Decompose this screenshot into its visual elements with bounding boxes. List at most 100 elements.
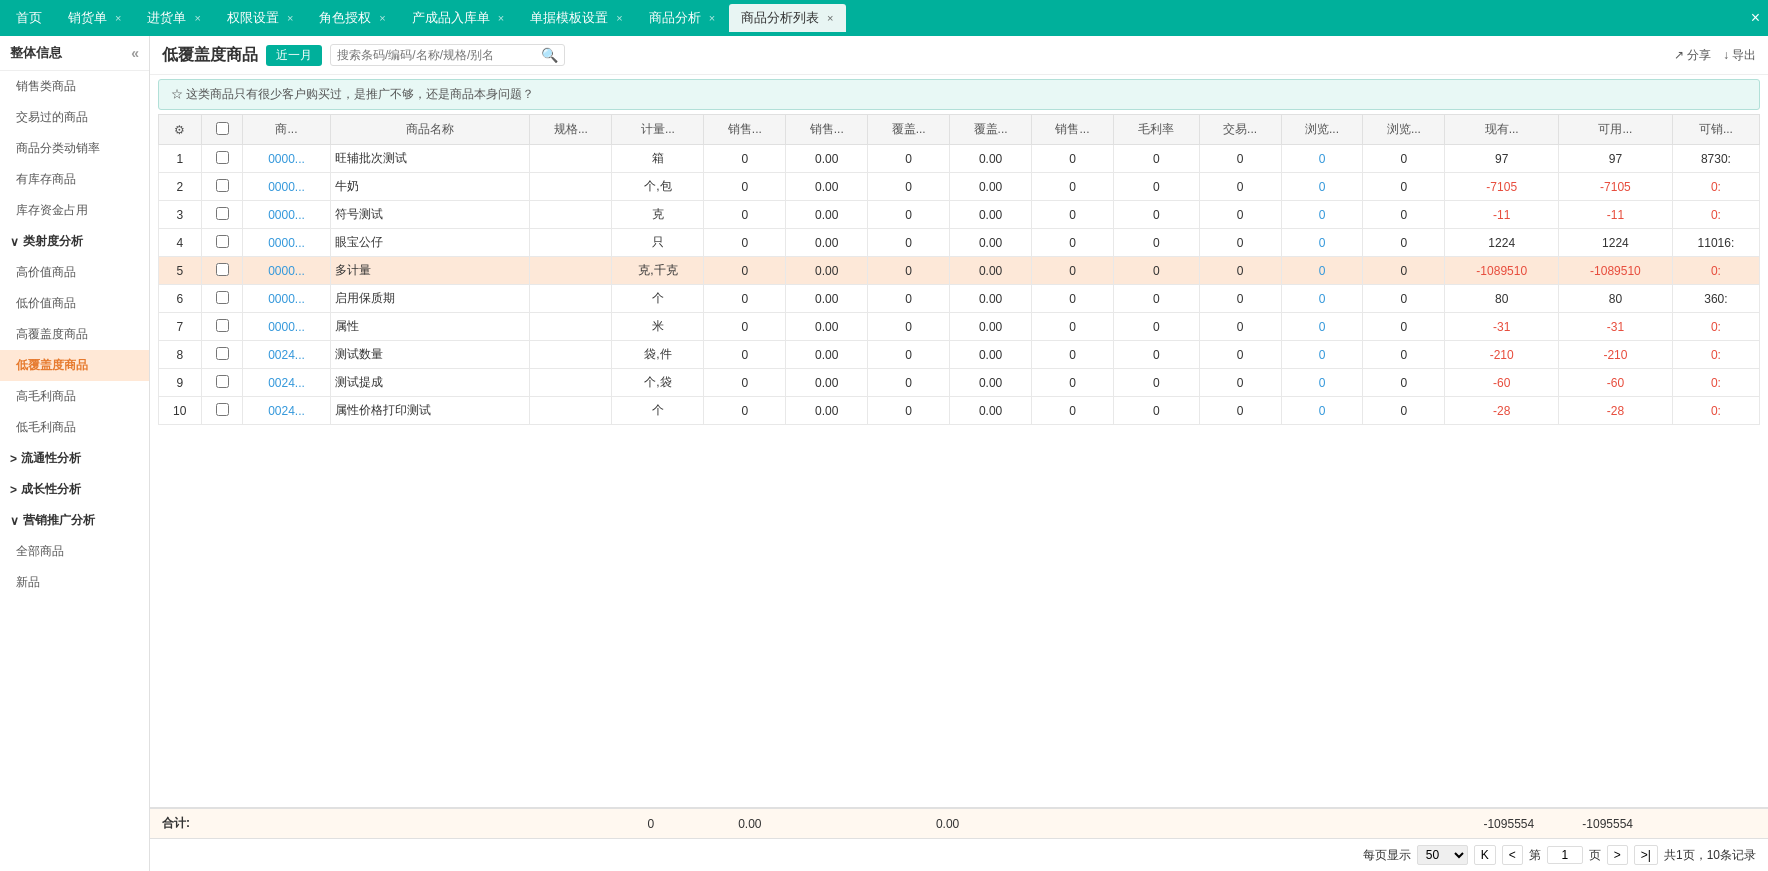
select-all-checkbox[interactable] [216,122,229,135]
row-checkbox[interactable] [201,341,243,369]
sidebar-group-营销推广分析[interactable]: ∨营销推广分析 [0,505,149,536]
first-page-button[interactable]: K [1474,845,1496,865]
search-icon[interactable]: 🔍 [541,47,558,63]
sidebar-item-低价值商品[interactable]: 低价值商品 [0,288,149,319]
row-select-checkbox[interactable] [216,291,229,304]
row-browse1[interactable]: 0 [1281,173,1363,201]
settings-col-header[interactable]: ⚙ [159,115,202,145]
row-browse1[interactable]: 0 [1281,145,1363,173]
tab-close-icon[interactable]: × [827,12,833,24]
col-gross-margin: 毛利率 [1113,115,1199,145]
row-checkbox[interactable] [201,285,243,313]
row-select-checkbox[interactable] [216,403,229,416]
table-container[interactable]: ⚙ 商... 商品名称 规格... 计量... 销售... 销售... 覆盖..… [150,114,1768,807]
row-browse2: 0 [1363,369,1445,397]
close-all-button[interactable]: × [1751,9,1760,27]
row-select-checkbox[interactable] [216,319,229,332]
row-select-checkbox[interactable] [216,347,229,360]
prev-page-button[interactable]: < [1502,845,1523,865]
nav-tab-进货单[interactable]: 进货单× [135,4,212,32]
sidebar-item-交易过的商品[interactable]: 交易过的商品 [0,102,149,133]
row-select-checkbox[interactable] [216,375,229,388]
search-input[interactable] [337,48,537,62]
sidebar-collapse-button[interactable]: « [131,45,139,61]
nav-tab-商品分析列表[interactable]: 商品分析列表× [729,4,845,32]
row-select-checkbox[interactable] [216,263,229,276]
tab-close-icon[interactable]: × [616,12,622,24]
sidebar-group-类射度分析[interactable]: ∨类射度分析 [0,226,149,257]
row-sales-amt: 0.00 [786,145,868,173]
page-number-input[interactable] [1547,846,1583,864]
sidebar-item-商品分类动销率[interactable]: 商品分类动销率 [0,133,149,164]
tab-close-icon[interactable]: × [287,12,293,24]
row-cov1: 0 [868,173,950,201]
row-checkbox[interactable] [201,397,243,425]
row-browse1[interactable]: 0 [1281,257,1363,285]
row-browse1[interactable]: 0 [1281,229,1363,257]
sidebar-item-低毛利商品[interactable]: 低毛利商品 [0,412,149,443]
row-browse1[interactable]: 0 [1281,313,1363,341]
nav-tab-销货单[interactable]: 销货单× [56,4,133,32]
nav-tab-商品分析[interactable]: 商品分析× [637,4,727,32]
row-available: -31 [1559,313,1673,341]
sidebar-item-全部商品[interactable]: 全部商品 [0,536,149,567]
sidebar-item-高价值商品[interactable]: 高价值商品 [0,257,149,288]
row-checkbox[interactable] [201,257,243,285]
last-page-button[interactable]: >| [1634,845,1658,865]
tab-close-icon[interactable]: × [115,12,121,24]
row-select-checkbox[interactable] [216,235,229,248]
tab-close-icon[interactable]: × [709,12,715,24]
table-row: 3 0000... 符号测试 克 0 0.00 0 0.00 0 0 0 0 0… [159,201,1760,229]
nav-tab-角色授权[interactable]: 角色授权× [307,4,397,32]
row-browse1[interactable]: 0 [1281,369,1363,397]
sidebar-item-高覆盖度商品[interactable]: 高覆盖度商品 [0,319,149,350]
row-sales3: 0 [1032,145,1114,173]
tab-close-icon[interactable]: × [379,12,385,24]
tab-close-icon[interactable]: × [194,12,200,24]
page-title: 低覆盖度商品 [162,45,258,66]
sidebar-item-销售类商品[interactable]: 销售类商品 [0,71,149,102]
row-select-checkbox[interactable] [216,207,229,220]
row-sellable: 11016: [1672,229,1759,257]
row-code: 0000... [243,173,330,201]
period-button[interactable]: 近一月 [266,45,322,66]
row-checkbox[interactable] [201,145,243,173]
row-cov2: 0.00 [950,397,1032,425]
col-spec: 规格... [530,115,612,145]
sidebar-item-库存资金占用[interactable]: 库存资金占用 [0,195,149,226]
col-sellable: 可销... [1672,115,1759,145]
sidebar-group-流通性分析[interactable]: >流通性分析 [0,443,149,474]
row-browse1[interactable]: 0 [1281,341,1363,369]
row-checkbox[interactable] [201,201,243,229]
sidebar-item-新品[interactable]: 新品 [0,567,149,598]
row-browse1[interactable]: 0 [1281,397,1363,425]
row-select-checkbox[interactable] [216,179,229,192]
row-browse2: 0 [1363,257,1445,285]
nav-tab-单据模板设置[interactable]: 单据模板设置× [518,4,634,32]
nav-tab-权限设置[interactable]: 权限设置× [215,4,305,32]
nav-tab-首页[interactable]: 首页 [4,4,54,32]
nav-tab-产成品入库单[interactable]: 产成品入库单× [400,4,516,32]
row-checkbox[interactable] [201,369,243,397]
row-browse1[interactable]: 0 [1281,285,1363,313]
sidebar-group-成长性分析[interactable]: >成长性分析 [0,474,149,505]
row-checkbox[interactable] [201,313,243,341]
tab-close-icon[interactable]: × [498,12,504,24]
row-checkbox[interactable] [201,173,243,201]
sidebar-item-低覆盖度商品[interactable]: 低覆盖度商品 [0,350,149,381]
per-page-select[interactable]: 2050100200 [1417,845,1468,865]
row-num: 6 [159,285,202,313]
row-checkbox[interactable] [201,229,243,257]
sidebar-item-高毛利商品[interactable]: 高毛利商品 [0,381,149,412]
row-sellable: 360: [1672,285,1759,313]
sidebar-item-有库存商品[interactable]: 有库存商品 [0,164,149,195]
row-transaction: 0 [1199,257,1281,285]
next-page-button[interactable]: > [1607,845,1628,865]
row-cov1: 0 [868,369,950,397]
export-button[interactable]: ↓ 导出 [1723,47,1756,64]
row-select-checkbox[interactable] [216,151,229,164]
row-num: 8 [159,341,202,369]
row-browse1[interactable]: 0 [1281,201,1363,229]
row-num: 1 [159,145,202,173]
share-button[interactable]: ↗ 分享 [1674,47,1711,64]
